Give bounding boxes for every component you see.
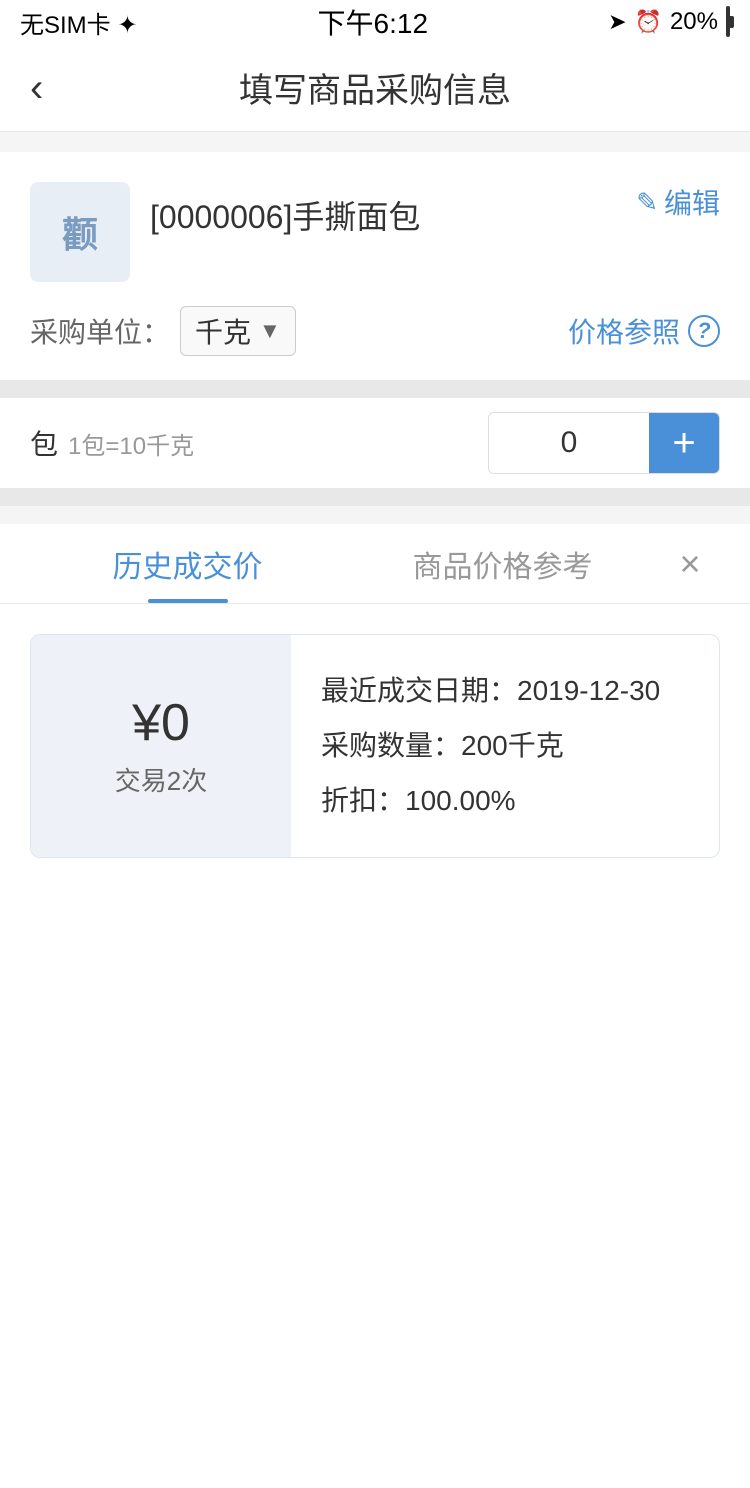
quantity-sub-label: 1包=10千克 bbox=[68, 426, 194, 461]
status-right: ➤ ⏰ 20% bbox=[608, 8, 730, 36]
unit-label: 采购单位： bbox=[30, 311, 170, 351]
quantity-unit: 包 bbox=[30, 423, 58, 463]
edit-label: 编辑 bbox=[664, 182, 720, 222]
battery-icon bbox=[726, 8, 730, 36]
date-value: 2019-12-30 bbox=[517, 675, 660, 706]
quantity-row: 包 1包=10千克 + bbox=[0, 398, 750, 488]
quantity-input[interactable] bbox=[489, 413, 649, 473]
card-price-value: ¥0 bbox=[132, 693, 190, 753]
discount-value: 100.00% bbox=[405, 785, 516, 816]
gray-divider bbox=[0, 380, 750, 398]
date-label: 最近成交日期： bbox=[321, 675, 517, 706]
card-area: ¥0 交易2次 最近成交日期：2019-12-30 采购数量：200千克 折扣：… bbox=[0, 604, 750, 888]
edit-button[interactable]: ✎ 编辑 bbox=[636, 182, 720, 222]
quantity-input-wrap: + bbox=[488, 412, 720, 474]
card-discount-row: 折扣：100.00% bbox=[321, 781, 689, 820]
unit-row: 采购单位： 千克 ▼ 价格参照 ? bbox=[30, 306, 720, 356]
tabs-header: 历史成交价 商品价格参考 × bbox=[0, 524, 750, 604]
section-divider bbox=[0, 488, 750, 506]
tab-product-label: 商品价格参考 bbox=[413, 542, 593, 586]
discount-label: 折扣： bbox=[321, 785, 405, 816]
card-details: 最近成交日期：2019-12-30 采购数量：200千克 折扣：100.00% bbox=[291, 635, 719, 857]
back-button[interactable]: ‹ bbox=[30, 68, 43, 108]
card-price-section: ¥0 交易2次 bbox=[31, 635, 291, 857]
tab-close-button[interactable]: × bbox=[660, 534, 720, 594]
tab-active-indicator bbox=[148, 599, 228, 603]
card-transactions: 交易2次 bbox=[115, 761, 207, 798]
edit-icon: ✎ bbox=[636, 187, 658, 218]
tabs-section: 历史成交价 商品价格参考 × ¥0 交易2次 最近成交日期：2019-12-30… bbox=[0, 524, 750, 888]
alarm-icon: ⏰ bbox=[635, 9, 662, 35]
status-carrier: 无SIM卡 ✦ bbox=[20, 5, 137, 40]
price-ref-help-icon: ? bbox=[688, 315, 720, 347]
battery-text: 20% bbox=[670, 8, 718, 36]
status-time: 下午6:12 bbox=[318, 2, 429, 42]
history-card: ¥0 交易2次 最近成交日期：2019-12-30 采购数量：200千克 折扣：… bbox=[30, 634, 720, 858]
price-ref-label: 价格参照 bbox=[568, 311, 680, 351]
nav-bar: ‹ 填写商品采购信息 bbox=[0, 44, 750, 132]
card-date-row: 最近成交日期：2019-12-30 bbox=[321, 671, 689, 710]
product-section: 颧 [0000006]手撕面包 ✎ 编辑 采购单位： 千克 ▼ 价格参照 ? bbox=[0, 152, 750, 380]
product-name: [0000006]手撕面包 bbox=[150, 182, 420, 238]
status-bar: 无SIM卡 ✦ 下午6:12 ➤ ⏰ 20% bbox=[0, 0, 750, 44]
carrier-text: 无SIM卡 ✦ bbox=[20, 5, 137, 40]
page-title: 填写商品采购信息 bbox=[239, 63, 511, 112]
unit-selector[interactable]: 千克 ▼ bbox=[180, 306, 296, 356]
unit-arrow-icon: ▼ bbox=[259, 318, 281, 344]
card-qty-row: 采购数量：200千克 bbox=[321, 726, 689, 765]
bottom-area bbox=[0, 888, 750, 1488]
product-logo: 颧 bbox=[30, 182, 130, 282]
qty-value: 200千克 bbox=[461, 730, 564, 761]
price-ref-button[interactable]: 价格参照 ? bbox=[568, 311, 720, 351]
tab-product-price[interactable]: 商品价格参考 bbox=[345, 524, 660, 603]
logo-icon: 颧 bbox=[62, 206, 98, 258]
location-icon: ➤ bbox=[608, 9, 626, 35]
unit-value: 千克 bbox=[195, 311, 251, 351]
tab-history-label: 历史成交价 bbox=[113, 542, 263, 586]
product-left: 颧 [0000006]手撕面包 bbox=[30, 182, 420, 282]
tab-history-price[interactable]: 历史成交价 bbox=[30, 524, 345, 603]
quantity-plus-button[interactable]: + bbox=[649, 413, 719, 473]
product-header: 颧 [0000006]手撕面包 ✎ 编辑 bbox=[30, 182, 720, 282]
qty-label: 采购数量： bbox=[321, 730, 461, 761]
quantity-label: 包 1包=10千克 bbox=[30, 423, 194, 463]
